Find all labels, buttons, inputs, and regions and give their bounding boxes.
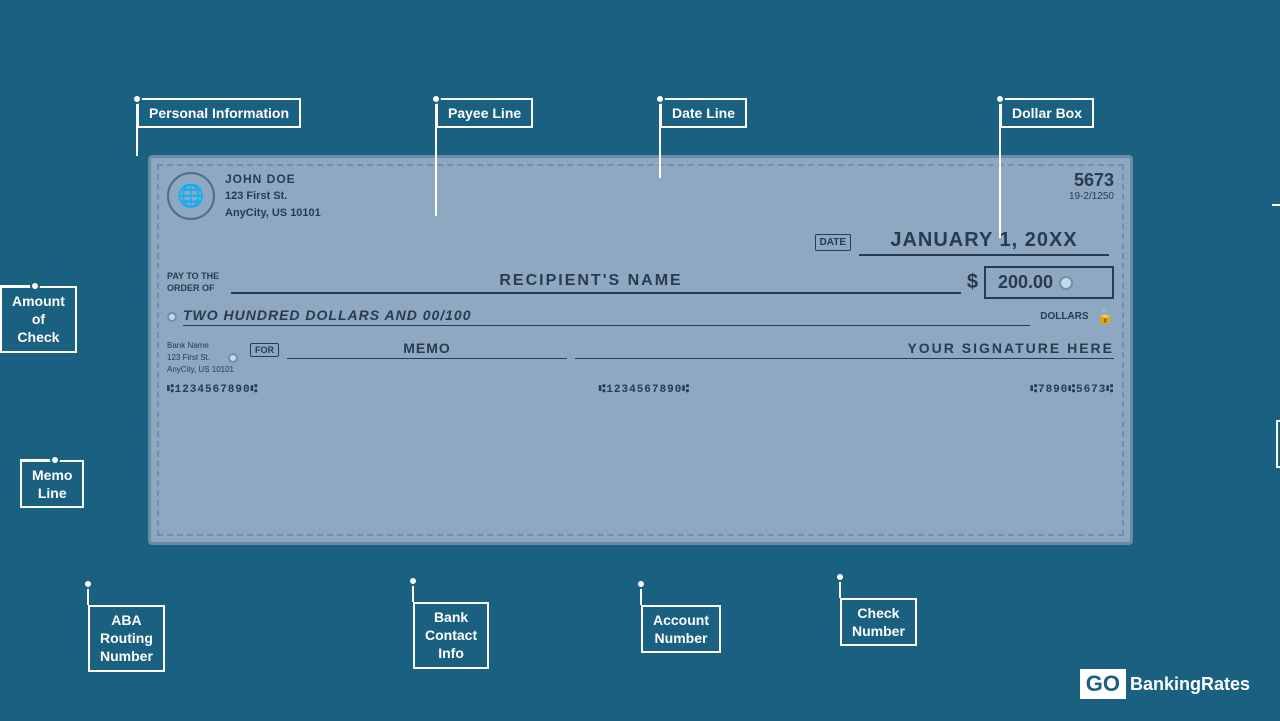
payee-name: RECIPIENT'S NAME xyxy=(231,272,961,294)
check-top-row: 🌐 JOHN DOE 123 First St. AnyCity, US 101… xyxy=(167,170,1114,221)
amount-dot xyxy=(167,312,177,322)
micr-row: ⑆1234567890⑆ ⑆1234567890⑆ ⑆7890⑆5673⑆ xyxy=(167,384,1114,396)
logo-gobankingrates: GO BankingRates xyxy=(1080,669,1250,699)
logo-text: BankingRates xyxy=(1130,674,1250,695)
micr-check: ⑆7890⑆5673⑆ xyxy=(1030,384,1114,396)
personal-text: JOHN DOE 123 First St. AnyCity, US 10101 xyxy=(225,170,321,221)
memo-row: FOR MEMO YOUR SIGNATURE HERE xyxy=(250,340,1114,359)
dollar-circle-dot xyxy=(1059,276,1073,290)
check-date-row: DATE JANUARY 1, 20XX xyxy=(167,229,1114,256)
lock-icon: 🔒 xyxy=(1097,308,1114,325)
pay-to-label: PAY TO THE ORDER OF xyxy=(167,271,219,294)
bank-info: Bank Name 123 First St. AnyCity, US 1010… xyxy=(167,340,234,376)
globe-icon: 🌐 xyxy=(167,172,215,220)
check-diagram: 🌐 JOHN DOE 123 First St. AnyCity, US 101… xyxy=(148,155,1133,545)
check-bottom: Bank Name 123 First St. AnyCity, US 1010… xyxy=(167,340,1114,376)
bank-info-dot xyxy=(228,353,238,363)
dollar-box: 200.00 xyxy=(984,266,1114,299)
check-personal-area: 🌐 JOHN DOE 123 First St. AnyCity, US 101… xyxy=(167,170,321,221)
check-payee-row: PAY TO THE ORDER OF RECIPIENT'S NAME $ 2… xyxy=(167,266,1114,299)
logo-go: GO xyxy=(1080,669,1126,699)
micr-bank: ⑆1234567890⑆ xyxy=(599,384,690,396)
memo-sig-row: FOR MEMO YOUR SIGNATURE HERE xyxy=(250,340,1114,359)
micr-routing: ⑆1234567890⑆ xyxy=(167,384,258,396)
check-number-area: 5673 19-2/1250 xyxy=(1069,170,1114,202)
check: 🌐 JOHN DOE 123 First St. AnyCity, US 101… xyxy=(148,155,1133,545)
check-amount-row: TWO HUNDRED DOLLARS AND 00/100 DOLLARS 🔒 xyxy=(167,307,1114,326)
